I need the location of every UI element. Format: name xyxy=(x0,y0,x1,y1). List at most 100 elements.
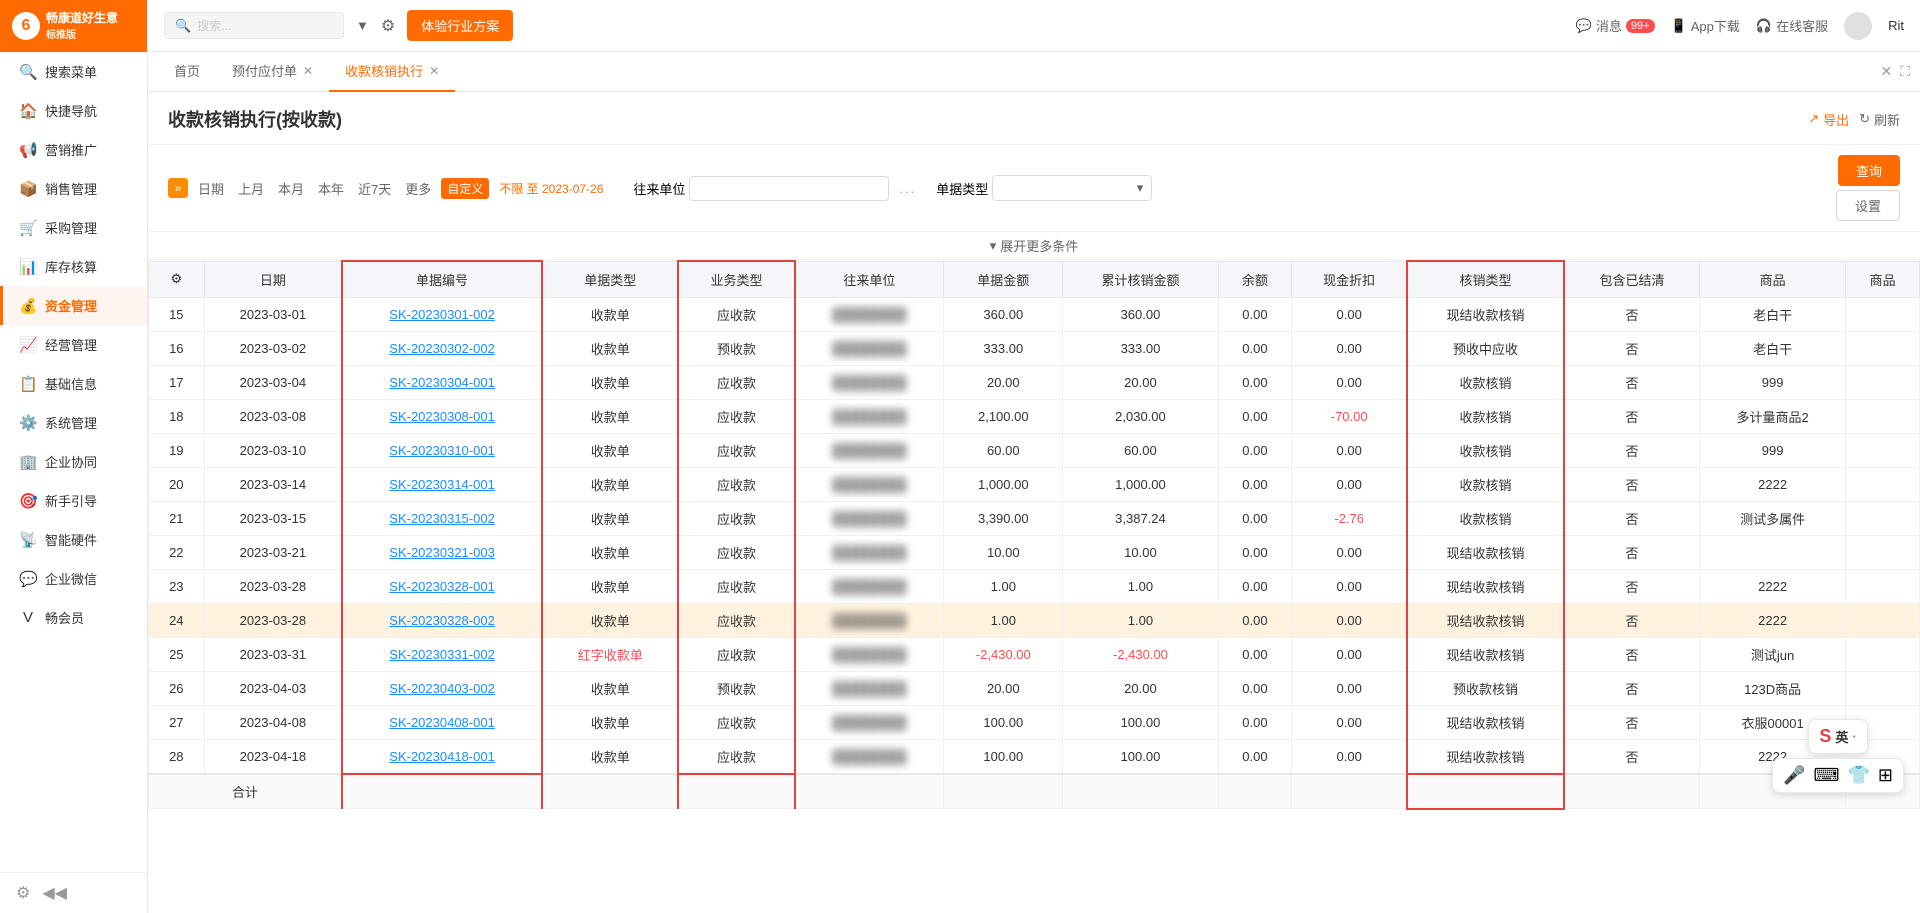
cell-cash-discount: 0.00 xyxy=(1292,740,1407,775)
cell-cash-discount: 0.00 xyxy=(1292,638,1407,672)
date-btn-this-month[interactable]: 本月 xyxy=(274,177,308,200)
table-row[interactable]: 25 2023-03-31 SK-20230331-002 红字收款单 应收款 … xyxy=(149,638,1920,672)
refresh-btn[interactable]: ↻ 刷新 xyxy=(1859,110,1900,129)
date-custom-btn[interactable]: 自定义 xyxy=(441,178,489,199)
cell-include-settled: 否 xyxy=(1564,298,1700,332)
sidebar-item-weixin[interactable]: 💬 企业微信 xyxy=(0,559,147,598)
table-row[interactable]: 28 2023-04-18 SK-20230418-001 收款单 应收款 ██… xyxy=(149,740,1920,775)
table-row[interactable]: 24 2023-03-28 SK-20230328-002 收款单 应收款 ██… xyxy=(149,604,1920,638)
sidebar-logo: 6 畅康道好生意 标推版 xyxy=(0,0,147,52)
sidebar-item-label: 基础信息 xyxy=(45,374,97,393)
tab-receipt-close[interactable]: ✕ xyxy=(429,64,439,78)
keyboard-icon[interactable]: ⌨ xyxy=(1814,765,1840,786)
table-row[interactable]: 26 2023-04-03 SK-20230403-002 收款单 预收款 ██… xyxy=(149,672,1920,706)
date-btn-last-month[interactable]: 上月 xyxy=(234,177,268,200)
sidebar-item-system[interactable]: ⚙️ 系统管理 xyxy=(0,403,147,442)
bill-type-select[interactable]: ▾ xyxy=(992,175,1152,201)
industry-btn[interactable]: 体验行业方案 xyxy=(407,10,513,41)
cell-bill-no[interactable]: SK-20230302-002 xyxy=(342,332,542,366)
cell-bill-no[interactable]: SK-20230301-002 xyxy=(342,298,542,332)
cell-include-settled: 否 xyxy=(1564,570,1700,604)
cell-bill-no[interactable]: SK-20230304-001 xyxy=(342,366,542,400)
sidebar-item-hardware[interactable]: 📡 智能硬件 xyxy=(0,520,147,559)
sidebar-item-corp[interactable]: 🏢 企业协同 xyxy=(0,442,147,481)
cell-bill-no[interactable]: SK-20230314-001 xyxy=(342,468,542,502)
topbar-gear-icon[interactable]: ⚙ xyxy=(381,16,395,36)
tab-prepay[interactable]: 预付应付单 ✕ xyxy=(216,52,329,92)
expand-conditions-row[interactable]: ▾ 展开更多条件 xyxy=(148,232,1920,260)
cell-unit: ████████ xyxy=(795,468,944,502)
sidebar-item-sales[interactable]: 📦 销售管理 xyxy=(0,169,147,208)
sidebar-item-search[interactable]: 🔍 搜索菜单 xyxy=(0,52,147,91)
table-container[interactable]: ⚙ 日期 单据编号 单据类型 业务类型 往来单位 单据金额 累计核销金额 余额 … xyxy=(148,260,1920,913)
cell-bill-no[interactable]: SK-20230321-003 xyxy=(342,536,542,570)
table-row[interactable]: 19 2023-03-10 SK-20230310-001 收款单 应收款 ██… xyxy=(149,434,1920,468)
cell-bill-no[interactable]: SK-20230308-001 xyxy=(342,400,542,434)
cell-include-settled: 否 xyxy=(1564,536,1700,570)
sidebar-item-member[interactable]: V 畅会员 xyxy=(0,598,147,637)
cell-bill-no[interactable]: SK-20230315-002 xyxy=(342,502,542,536)
avatar[interactable] xyxy=(1844,12,1872,40)
tab-close-all[interactable]: ✕ xyxy=(1880,63,1892,80)
col-settings[interactable]: ⚙ xyxy=(149,261,205,298)
sidebar-item-inventory[interactable]: 📊 库存核算 xyxy=(0,247,147,286)
cell-bill-no[interactable]: SK-20230403-002 xyxy=(342,672,542,706)
date-btn-more[interactable]: 更多 xyxy=(401,177,435,200)
online-service-btn[interactable]: 🎧 在线客服 xyxy=(1756,16,1828,35)
tab-expand[interactable]: ⛶ xyxy=(1900,63,1910,80)
user-name: Rit xyxy=(1888,18,1904,33)
cell-bill-no[interactable]: SK-20230408-001 xyxy=(342,706,542,740)
filter-area: » 日期 上月 本月 本年 近7天 更多 自定义 不限 至 2023-07-26… xyxy=(148,145,1920,232)
table-row[interactable]: 15 2023-03-01 SK-20230301-002 收款单 应收款 ██… xyxy=(149,298,1920,332)
topbar-dropdown[interactable]: ▼ xyxy=(356,18,369,33)
table-row[interactable]: 22 2023-03-21 SK-20230321-003 收款单 应收款 ██… xyxy=(149,536,1920,570)
sidebar-item-purchase[interactable]: 🛒 采购管理 xyxy=(0,208,147,247)
tshirt-icon[interactable]: 👕 xyxy=(1847,765,1869,786)
settings-bottom-icon[interactable]: ⚙ xyxy=(16,883,30,903)
settings-filter-btn[interactable]: 设置 xyxy=(1836,190,1900,221)
sidebar-item-operations[interactable]: 📈 经营管理 xyxy=(0,325,147,364)
app-download-btn[interactable]: 📱 App下载 xyxy=(1671,16,1740,35)
export-btn[interactable]: ↗ 导出 xyxy=(1808,110,1849,129)
main-content: 🔍 搜索... ▼ ⚙ 体验行业方案 💬 消息 99+ 📱 App下载 🎧 在线… xyxy=(148,0,1920,913)
cell-bill-no[interactable]: SK-20230328-001 xyxy=(342,570,542,604)
unit-input[interactable] xyxy=(689,176,889,201)
cell-bill-no[interactable]: SK-20230418-001 xyxy=(342,740,542,775)
date-btn-this-year[interactable]: 本年 xyxy=(314,177,348,200)
tab-receipt[interactable]: 收款核销执行 ✕ xyxy=(329,52,455,92)
cell-unit: ████████ xyxy=(795,706,944,740)
grid-icon[interactable]: ⊞ xyxy=(1878,765,1893,786)
expand-label: 展开更多条件 xyxy=(1000,236,1078,255)
message-badge: 99+ xyxy=(1626,19,1655,33)
sidebar-item-guide[interactable]: 🎯 新手引导 xyxy=(0,481,147,520)
table-row[interactable]: 20 2023-03-14 SK-20230314-001 收款单 应收款 ██… xyxy=(149,468,1920,502)
cell-goods: 老白干 xyxy=(1700,332,1846,366)
sidebar-item-label: 企业协同 xyxy=(45,452,97,471)
table-row[interactable]: 17 2023-03-04 SK-20230304-001 收款单 应收款 ██… xyxy=(149,366,1920,400)
table-row[interactable]: 16 2023-03-02 SK-20230302-002 收款单 预收款 ██… xyxy=(149,332,1920,366)
message-btn[interactable]: 💬 消息 99+ xyxy=(1576,16,1655,35)
sidebar-item-quicknav[interactable]: 🏠 快捷导航 xyxy=(0,91,147,130)
mic-icon[interactable]: 🎤 xyxy=(1783,765,1805,786)
cell-date: 2023-03-28 xyxy=(204,604,342,638)
tab-prepay-close[interactable]: ✕ xyxy=(303,64,313,78)
table-row[interactable]: 27 2023-04-08 SK-20230408-001 收款单 应收款 ██… xyxy=(149,706,1920,740)
cell-bill-no[interactable]: SK-20230328-002 xyxy=(342,604,542,638)
cell-bill-no[interactable]: SK-20230331-002 xyxy=(342,638,542,672)
filter-expand-btn[interactable]: » xyxy=(168,178,188,198)
tab-home[interactable]: 首页 xyxy=(158,52,216,92)
date-btn-7days[interactable]: 近7天 xyxy=(354,177,395,200)
topbar-search[interactable]: 🔍 搜索... xyxy=(164,12,344,39)
query-btn[interactable]: 查询 xyxy=(1838,155,1900,186)
collapse-icon[interactable]: ◀◀ xyxy=(42,883,67,903)
table-row[interactable]: 18 2023-03-08 SK-20230308-001 收款单 应收款 ██… xyxy=(149,400,1920,434)
sidebar-item-basic[interactable]: 📋 基础信息 xyxy=(0,364,147,403)
cell-bill-no[interactable]: SK-20230310-001 xyxy=(342,434,542,468)
cell-balance: 0.00 xyxy=(1218,672,1292,706)
table-row[interactable]: 21 2023-03-15 SK-20230315-002 收款单 应收款 ██… xyxy=(149,502,1920,536)
sidebar-item-finance[interactable]: 💰 资金管理 xyxy=(0,286,147,325)
cell-cash-discount: 0.00 xyxy=(1292,604,1407,638)
float-logo[interactable]: S 英 · xyxy=(1808,719,1867,754)
sidebar-item-marketing[interactable]: 📢 营销推广 xyxy=(0,130,147,169)
table-row[interactable]: 23 2023-03-28 SK-20230328-001 收款单 应收款 ██… xyxy=(149,570,1920,604)
